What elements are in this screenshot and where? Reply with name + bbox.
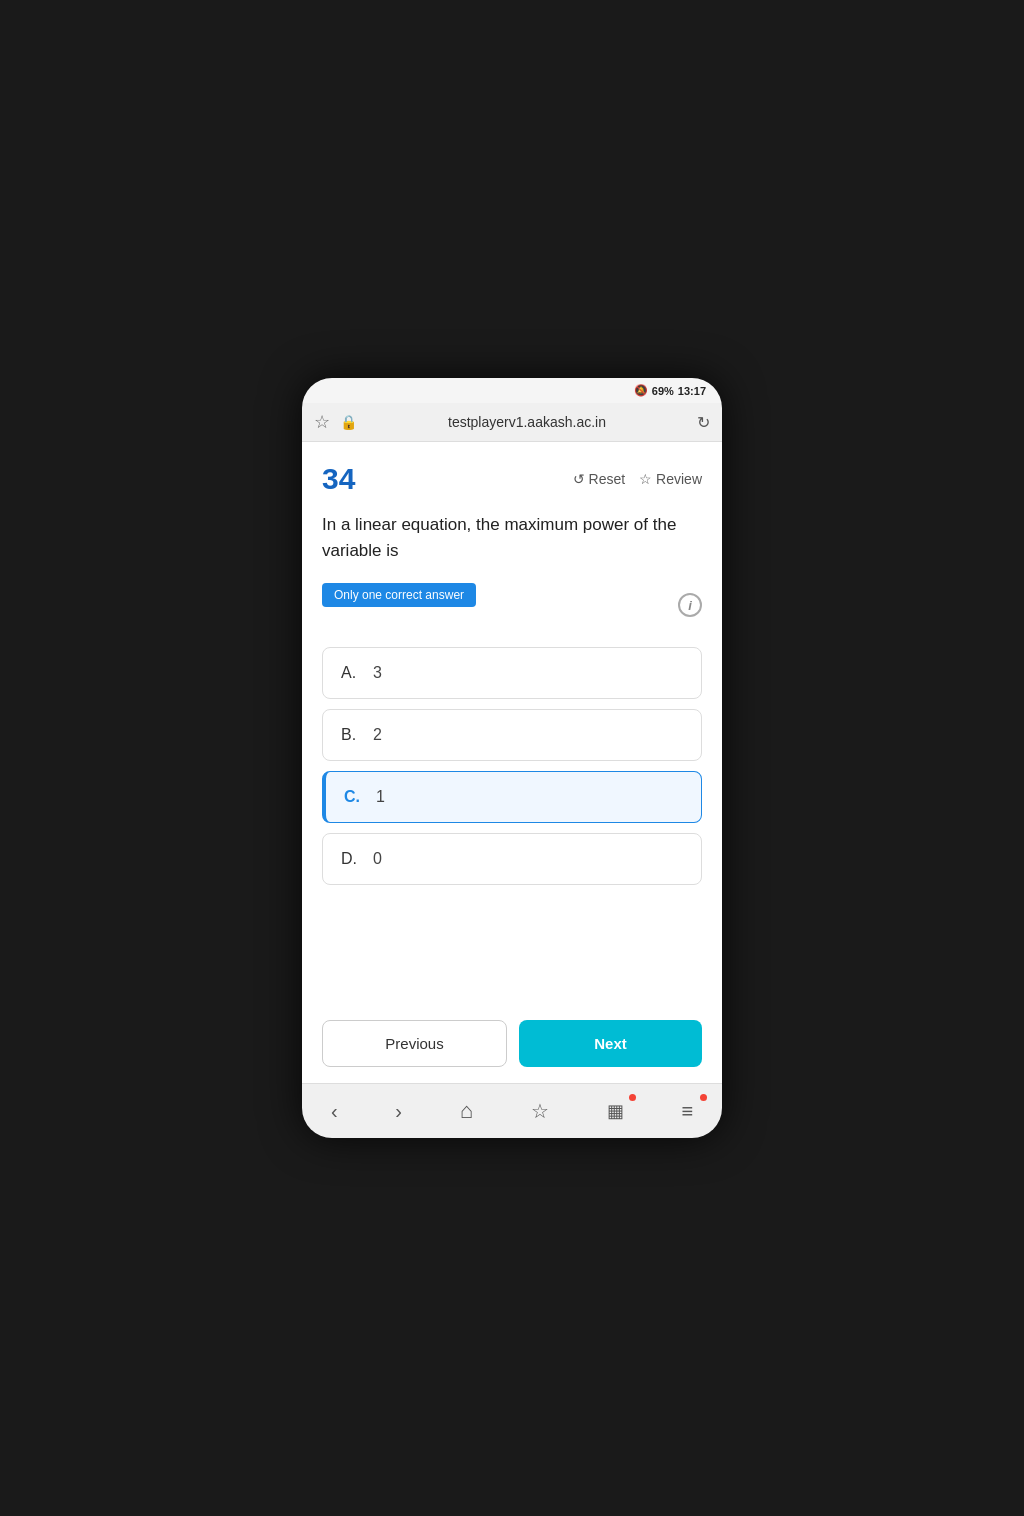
browser-bar: ☆ 🔒 testplayerv1.aakash.ac.in ↻	[302, 403, 722, 442]
favorite-icon[interactable]: ☆	[314, 411, 330, 433]
options-list: A. 3 B. 2 C. 1 D. 0	[322, 647, 702, 885]
option-c-value: 1	[376, 788, 385, 806]
signal-icon: 🔕	[634, 384, 648, 397]
status-icons: 🔕 69% 13:17	[634, 384, 706, 397]
option-a-label: A.	[341, 664, 361, 682]
phone-frame: 🔕 69% 13:17 ☆ 🔒 testplayerv1.aakash.ac.i…	[302, 378, 722, 1138]
reset-label: Reset	[589, 471, 626, 487]
badge-row: Only one correct answer i	[322, 583, 702, 627]
option-c-label: C.	[344, 788, 364, 806]
previous-button[interactable]: Previous	[322, 1020, 507, 1067]
home-nav-button[interactable]: ⌂	[450, 1094, 483, 1128]
option-d-label: D.	[341, 850, 361, 868]
grid-nav-button[interactable]: ▦	[597, 1096, 634, 1126]
option-a[interactable]: A. 3	[322, 647, 702, 699]
question-header: 34 ↺ Reset ☆ Review	[322, 462, 702, 496]
nav-buttons: Previous Next	[322, 1020, 702, 1067]
time-display: 13:17	[678, 385, 706, 397]
reset-button[interactable]: ↺ Reset	[573, 471, 626, 487]
next-button[interactable]: Next	[519, 1020, 702, 1067]
header-actions: ↺ Reset ☆ Review	[573, 471, 702, 487]
menu-nav-button[interactable]: ≡	[671, 1096, 703, 1127]
option-c[interactable]: C. 1	[322, 771, 702, 823]
back-nav-button[interactable]: ‹	[321, 1096, 348, 1127]
review-star-icon: ☆	[639, 471, 652, 487]
question-text: In a linear equation, the maximum power …	[322, 512, 702, 563]
reset-icon: ↺	[573, 471, 585, 487]
url-display[interactable]: testplayerv1.aakash.ac.in	[367, 414, 687, 430]
lock-icon: 🔒	[340, 414, 357, 430]
option-b-value: 2	[373, 726, 382, 744]
option-b-label: B.	[341, 726, 361, 744]
answer-type-badge: Only one correct answer	[322, 583, 476, 607]
info-icon[interactable]: i	[678, 593, 702, 617]
option-a-value: 3	[373, 664, 382, 682]
status-bar: 🔕 69% 13:17	[302, 378, 722, 403]
option-d-value: 0	[373, 850, 382, 868]
review-label: Review	[656, 471, 702, 487]
review-button[interactable]: ☆ Review	[639, 471, 702, 487]
question-number: 34	[322, 462, 355, 496]
option-d[interactable]: D. 0	[322, 833, 702, 885]
battery-indicator: 69%	[652, 385, 674, 397]
main-content: 34 ↺ Reset ☆ Review In a linear equation…	[302, 442, 722, 1083]
bookmark-nav-button[interactable]: ☆	[521, 1095, 559, 1127]
refresh-icon[interactable]: ↻	[697, 413, 710, 432]
bottom-nav: ‹ › ⌂ ☆ ▦ ≡	[302, 1083, 722, 1138]
forward-nav-button[interactable]: ›	[385, 1096, 412, 1127]
option-b[interactable]: B. 2	[322, 709, 702, 761]
